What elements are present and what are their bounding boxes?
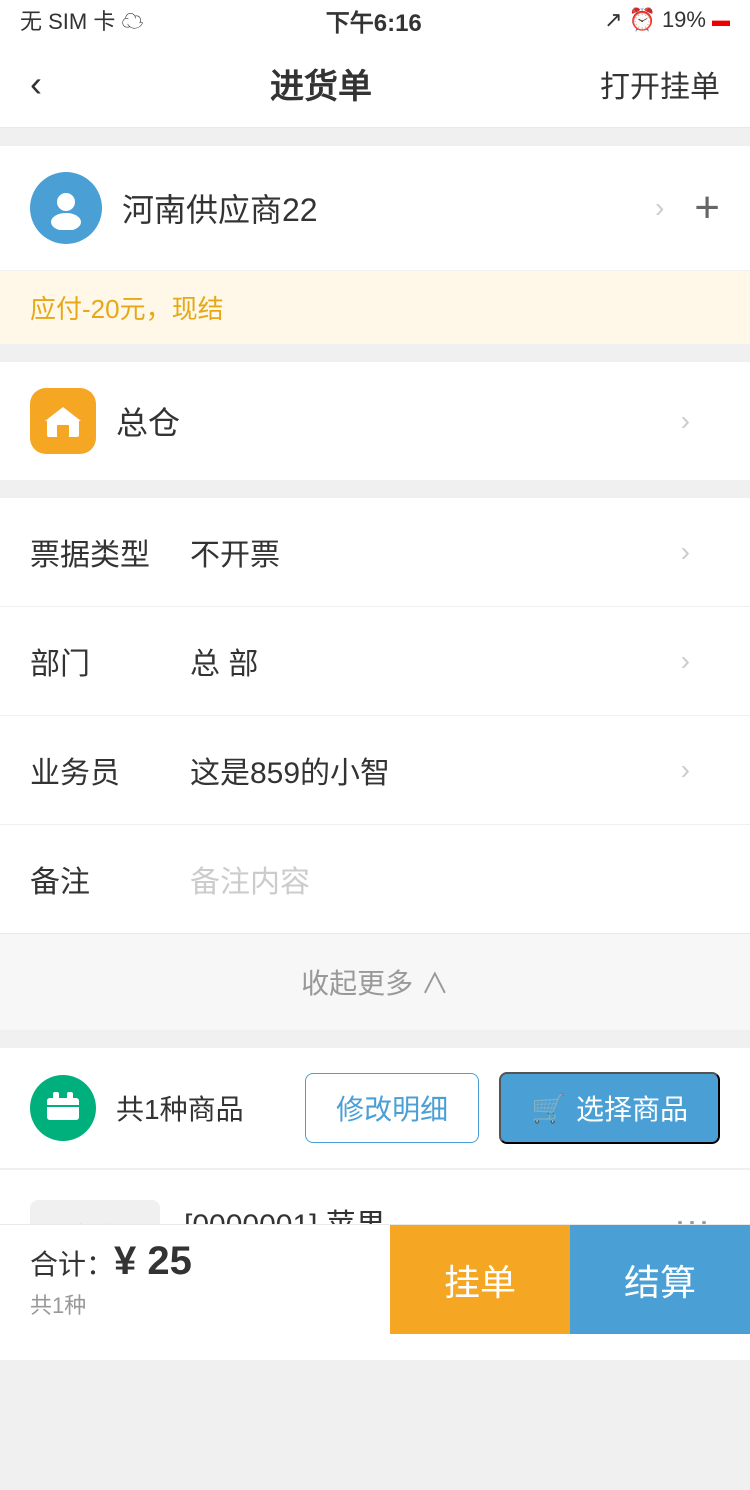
salesperson-chevron: ›: [681, 754, 690, 786]
total-count: 共1种: [30, 1288, 360, 1320]
alarm-icon: ⏰: [629, 7, 656, 33]
battery-icon: ▬: [712, 10, 730, 31]
remark-label: 备注: [30, 857, 170, 901]
page-title: 进货单: [270, 59, 372, 108]
select-product-button[interactable]: 🛒 选择商品: [499, 1072, 720, 1144]
salesperson-value: 这是859的小智: [170, 748, 681, 792]
warehouse-row[interactable]: 总仓 ›: [0, 362, 750, 480]
department-chevron: ›: [681, 645, 690, 677]
supplier-chevron-icon: ›: [655, 192, 664, 224]
invoice-type-value: 不开票: [170, 530, 681, 574]
modify-detail-button[interactable]: 修改明细: [305, 1073, 479, 1143]
warehouse-chevron-icon: ›: [681, 405, 690, 437]
product-count: 共1种商品: [116, 1088, 285, 1128]
status-left: 无 SIM 卡 ☁: [20, 4, 143, 36]
department-label: 部门: [30, 639, 170, 683]
total-section: 合计： ¥ 25 共1种: [0, 1225, 390, 1334]
supplier-name: 河南供应商22: [122, 185, 655, 231]
checkout-button[interactable]: 结算: [570, 1225, 750, 1334]
collapse-row[interactable]: 收起更多 ∧: [0, 933, 750, 1030]
product-icon: [30, 1075, 96, 1141]
supplier-row[interactable]: 河南供应商22 › +: [0, 146, 750, 271]
status-right: ↗ ⏰ 19% ▬: [604, 7, 730, 33]
nav-bar: ‹ 进货单 打开挂单: [0, 40, 750, 128]
department-value: 总 部: [170, 639, 681, 683]
invoice-type-chevron: ›: [681, 536, 690, 568]
remark-row[interactable]: 备注 备注内容: [0, 825, 750, 933]
hold-button[interactable]: 挂单: [390, 1225, 570, 1334]
warehouse-icon: [30, 388, 96, 454]
salesperson-label: 业务员: [30, 748, 170, 792]
no-sim-text: 无 SIM 卡 ☁: [20, 4, 143, 36]
supplier-avatar: [30, 172, 102, 244]
total-amount: ¥ 25: [114, 1239, 192, 1284]
invoice-type-row[interactable]: 票据类型 不开票 ›: [0, 498, 750, 607]
invoice-type-label: 票据类型: [30, 530, 170, 574]
open-hold-button[interactable]: 打开挂单: [600, 62, 720, 106]
supplier-section: 河南供应商22 › + 应付-20元，现结: [0, 146, 750, 344]
select-product-label: 选择商品: [576, 1088, 688, 1128]
department-row[interactable]: 部门 总 部 ›: [0, 607, 750, 716]
status-time: 下午6:16: [326, 3, 422, 38]
warehouse-name: 总仓: [116, 398, 681, 444]
remark-input[interactable]: 备注内容: [170, 857, 720, 901]
add-button[interactable]: +: [694, 186, 720, 230]
cart-icon: 🛒: [531, 1092, 566, 1125]
total-label: 合计：: [30, 1243, 114, 1283]
battery-text: 19%: [662, 7, 706, 33]
status-bar: 无 SIM 卡 ☁ 下午6:16 ↗ ⏰ 19% ▬: [0, 0, 750, 40]
salesperson-row[interactable]: 业务员 这是859的小智 ›: [0, 716, 750, 825]
supplier-alert: 应付-20元，现结: [0, 271, 750, 344]
back-button[interactable]: ‹: [30, 63, 42, 105]
bottom-bar: 合计： ¥ 25 共1种 挂单 结算: [0, 1224, 750, 1334]
location-icon: ↗: [604, 7, 622, 33]
warehouse-section: 总仓 ›: [0, 362, 750, 480]
form-section: 票据类型 不开票 › 部门 总 部 › 业务员 这是859的小智 › 备注 备注…: [0, 498, 750, 933]
product-header: 共1种商品 修改明细 🛒 选择商品: [0, 1048, 750, 1168]
